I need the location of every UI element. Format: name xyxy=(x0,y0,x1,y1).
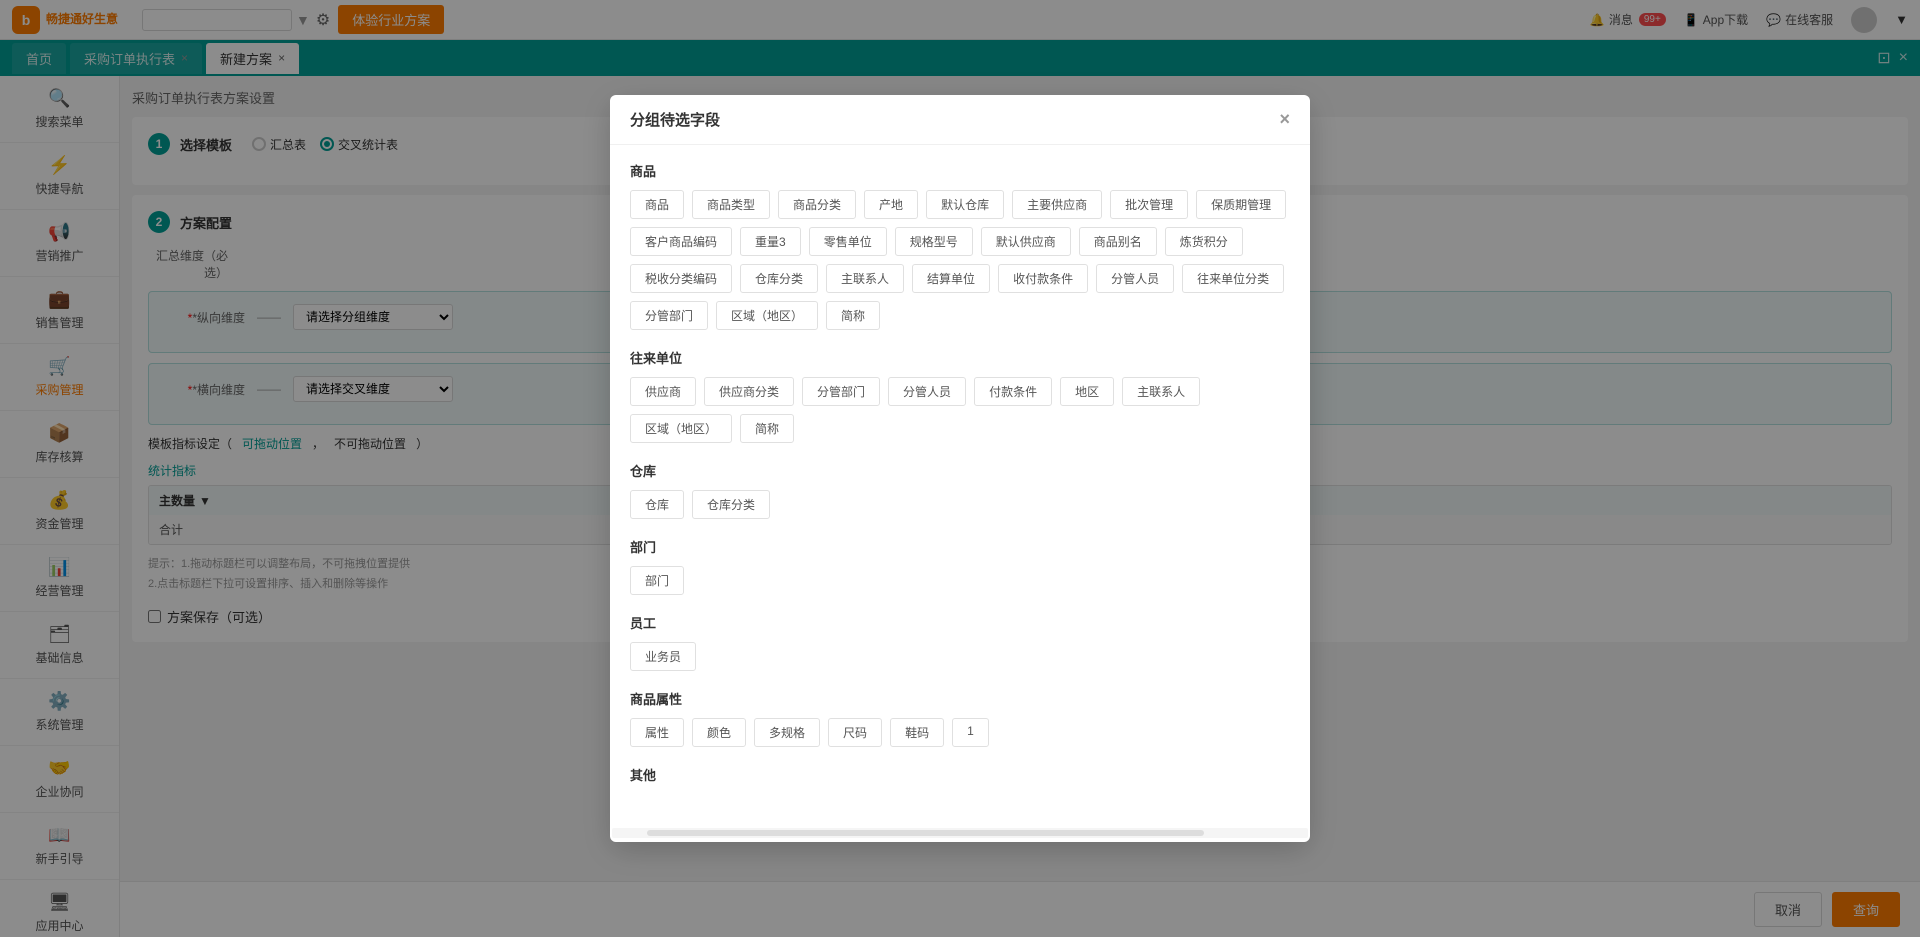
field-tag-warehouse[interactable]: 仓库 xyxy=(630,490,684,519)
field-tag-shoe-size[interactable]: 鞋码 xyxy=(890,718,944,747)
field-tags-product: 商品 商品类型 商品分类 产地 默认仓库 主要供应商 批次管理 保质期管理 客户… xyxy=(630,190,1290,330)
field-tag-region[interactable]: 区域（地区） xyxy=(716,301,818,330)
field-tag-refine-points[interactable]: 炼货积分 xyxy=(1165,227,1243,256)
field-tag-partner-shortname[interactable]: 简称 xyxy=(740,414,794,443)
field-tag-one[interactable]: 1 xyxy=(952,718,989,747)
field-tag-short-name[interactable]: 简称 xyxy=(826,301,880,330)
field-group-product: 商品 商品 商品类型 商品分类 产地 默认仓库 主要供应商 批次管理 保质期管理… xyxy=(630,161,1290,330)
modal-close-button[interactable]: × xyxy=(1279,109,1290,130)
field-select-modal: 分组待选字段 × 商品 商品 商品类型 商品分类 产地 默认仓库 主要供应商 批… xyxy=(610,95,1310,842)
field-tag-product-category[interactable]: 商品分类 xyxy=(778,190,856,219)
field-tag-weight[interactable]: 重量3 xyxy=(740,227,801,256)
field-tag-supervisor[interactable]: 分管人员 xyxy=(1096,264,1174,293)
field-tag-size[interactable]: 尺码 xyxy=(828,718,882,747)
modal-header: 分组待选字段 × xyxy=(610,95,1310,145)
field-group-product-attr-title: 商品属性 xyxy=(630,689,1290,708)
field-tag-partner-supervisor[interactable]: 分管人员 xyxy=(888,377,966,406)
modal-hscroll[interactable] xyxy=(612,828,1308,838)
field-tag-expiry[interactable]: 保质期管理 xyxy=(1196,190,1286,219)
field-tag-spec[interactable]: 规格型号 xyxy=(895,227,973,256)
field-group-employee-title: 员工 xyxy=(630,613,1290,632)
field-tag-salesperson[interactable]: 业务员 xyxy=(630,642,696,671)
field-tag-partner-region[interactable]: 区域（地区） xyxy=(630,414,732,443)
field-tag-partner-contact[interactable]: 主联系人 xyxy=(1122,377,1200,406)
field-group-partner-title: 往来单位 xyxy=(630,348,1290,367)
field-group-department-title: 部门 xyxy=(630,537,1290,556)
field-tag-area[interactable]: 地区 xyxy=(1060,377,1114,406)
field-tag-payment-cond[interactable]: 付款条件 xyxy=(974,377,1052,406)
field-tag-default-supplier[interactable]: 默认供应商 xyxy=(981,227,1071,256)
modal-body: 商品 商品 商品类型 商品分类 产地 默认仓库 主要供应商 批次管理 保质期管理… xyxy=(610,145,1310,828)
field-tag-main-contact[interactable]: 主联系人 xyxy=(826,264,904,293)
field-tag-payment-terms[interactable]: 收付款条件 xyxy=(998,264,1088,293)
field-tag-tax-code[interactable]: 税收分类编码 xyxy=(630,264,732,293)
field-tag-attr[interactable]: 属性 xyxy=(630,718,684,747)
field-tag-color[interactable]: 颜色 xyxy=(692,718,746,747)
field-tag-warehouse-cat[interactable]: 仓库分类 xyxy=(692,490,770,519)
field-tags-partner: 供应商 供应商分类 分管部门 分管人员 付款条件 地区 主联系人 区域（地区） … xyxy=(630,377,1290,443)
field-group-other: 其他 xyxy=(630,765,1290,794)
field-tag-product-type[interactable]: 商品类型 xyxy=(692,190,770,219)
field-group-warehouse-title: 仓库 xyxy=(630,461,1290,480)
field-group-product-attr: 商品属性 属性 颜色 多规格 尺码 鞋码 1 xyxy=(630,689,1290,747)
field-group-department: 部门 部门 xyxy=(630,537,1290,595)
field-group-product-title: 商品 xyxy=(630,161,1290,180)
field-tag-multi-spec[interactable]: 多规格 xyxy=(754,718,820,747)
field-group-partner: 往来单位 供应商 供应商分类 分管部门 分管人员 付款条件 地区 主联系人 区域… xyxy=(630,348,1290,443)
field-tag-default-warehouse[interactable]: 默认仓库 xyxy=(926,190,1004,219)
field-tag-partner-category[interactable]: 往来单位分类 xyxy=(1182,264,1284,293)
field-tag-product[interactable]: 商品 xyxy=(630,190,684,219)
field-group-other-title: 其他 xyxy=(630,765,1290,784)
field-tag-retail-unit[interactable]: 零售单位 xyxy=(809,227,887,256)
field-tag-batch[interactable]: 批次管理 xyxy=(1110,190,1188,219)
field-group-employee: 员工 业务员 xyxy=(630,613,1290,671)
modal-overlay: 分组待选字段 × 商品 商品 商品类型 商品分类 产地 默认仓库 主要供应商 批… xyxy=(0,0,1920,937)
field-group-warehouse: 仓库 仓库 仓库分类 xyxy=(630,461,1290,519)
field-tag-supplier[interactable]: 供应商 xyxy=(630,377,696,406)
field-tags-employee: 业务员 xyxy=(630,642,1290,671)
modal-title: 分组待选字段 xyxy=(630,109,720,130)
field-tags-department: 部门 xyxy=(630,566,1290,595)
hscroll-thumb xyxy=(647,830,1204,836)
field-tag-partner-dept[interactable]: 分管部门 xyxy=(802,377,880,406)
field-tags-product-attr: 属性 颜色 多规格 尺码 鞋码 1 xyxy=(630,718,1290,747)
field-tag-product-alias[interactable]: 商品别名 xyxy=(1079,227,1157,256)
field-tag-dept[interactable]: 分管部门 xyxy=(630,301,708,330)
field-tag-main-supplier[interactable]: 主要供应商 xyxy=(1012,190,1102,219)
field-tag-supplier-category[interactable]: 供应商分类 xyxy=(704,377,794,406)
field-tag-department[interactable]: 部门 xyxy=(630,566,684,595)
field-tag-customer-code[interactable]: 客户商品编码 xyxy=(630,227,732,256)
field-tag-warehouse-category[interactable]: 仓库分类 xyxy=(740,264,818,293)
field-tags-warehouse: 仓库 仓库分类 xyxy=(630,490,1290,519)
field-tag-settlement-unit[interactable]: 结算单位 xyxy=(912,264,990,293)
field-tag-origin[interactable]: 产地 xyxy=(864,190,918,219)
